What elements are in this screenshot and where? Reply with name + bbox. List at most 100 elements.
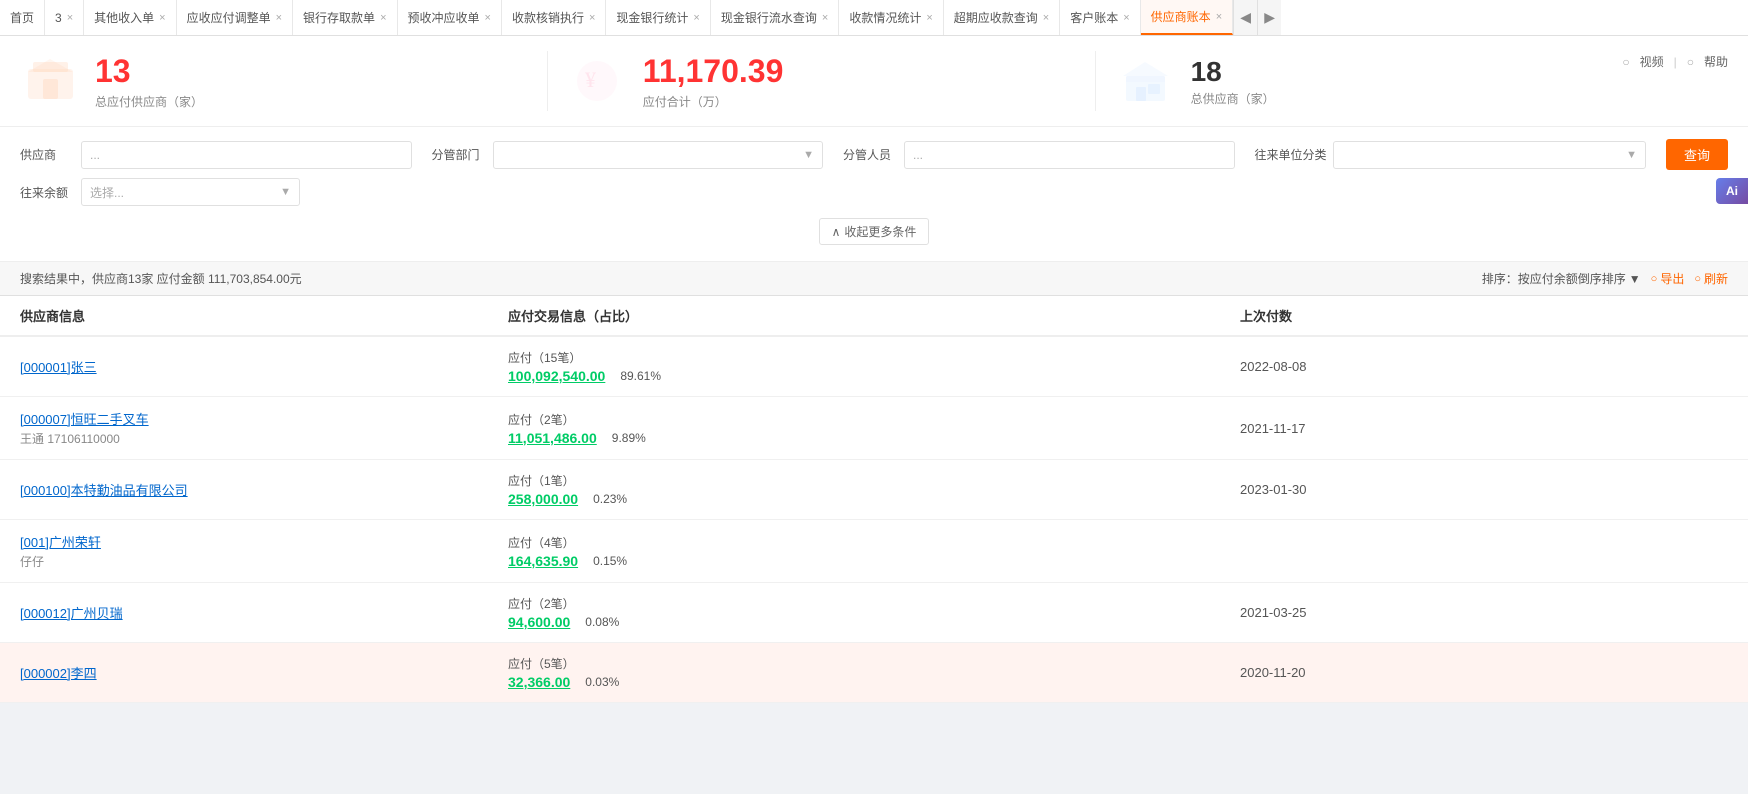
- supplier-cell-0: [000001]张三: [20, 357, 508, 376]
- nav-tab-overdue-label: 超期应收款查询: [954, 9, 1038, 26]
- stats-bar: 13 总应付供应商（家） ¥ 11,170.39 应付合计（万）: [0, 36, 1748, 127]
- stat-divider-1: [547, 51, 548, 111]
- nav-tab-pre-collect[interactable]: 预收冲应收单 ×: [398, 0, 502, 35]
- supplier-link-4[interactable]: [000012]广州贝瑞: [20, 603, 508, 622]
- nav-tab-adjust[interactable]: 应收应付调整单 ×: [177, 0, 293, 35]
- supplier-link-1[interactable]: [000007]恒旺二手叉车: [20, 409, 508, 428]
- supplier-cell-5: [000002]李四: [20, 663, 508, 682]
- sort-icon: ▼: [1629, 272, 1641, 286]
- last-pay-1: 2021-11-17: [1240, 421, 1306, 436]
- video-link[interactable]: 视频: [1640, 53, 1664, 70]
- nav-tab-other-income[interactable]: 其他收入单 ×: [84, 0, 176, 35]
- last-pay-cell-0: 2022-08-08: [1240, 359, 1728, 374]
- tx-amount-2[interactable]: 258,000.00: [508, 491, 578, 507]
- dept-filter-select[interactable]: ▼: [493, 141, 824, 169]
- ai-button[interactable]: Ai: [1716, 178, 1748, 204]
- close-icon[interactable]: ×: [67, 12, 73, 24]
- supplier-cell-2: [000100]本特勤油品有限公司: [20, 480, 508, 499]
- balance-filter-select[interactable]: 选择... ▼: [81, 178, 300, 206]
- nav-tab-customer-book[interactable]: 客户账本 ×: [1060, 0, 1140, 35]
- close-icon[interactable]: ×: [485, 12, 491, 24]
- filter-row-2: 往来余额 选择... ▼: [20, 178, 1728, 206]
- category-filter-label: 往来单位分类: [1255, 146, 1327, 163]
- last-pay-cell-1: 2021-11-17: [1240, 421, 1728, 436]
- close-icon[interactable]: ×: [926, 12, 932, 24]
- refresh-button[interactable]: ○ 刷新: [1694, 270, 1728, 287]
- tx-row-0: 100,092,540.00 89.61%: [508, 368, 1240, 384]
- nav-tab-bank[interactable]: 银行存取款单 ×: [293, 0, 397, 35]
- export-button[interactable]: ○ 导出: [1651, 270, 1685, 287]
- nav-tab-verify-label: 收款核销执行: [512, 9, 584, 26]
- stat-total-number: 18: [1191, 55, 1275, 89]
- last-pay-4: 2021-03-25: [1240, 605, 1307, 620]
- person-filter-input[interactable]: ...: [904, 141, 1235, 169]
- chevron-up-icon: ∧: [832, 225, 841, 239]
- close-icon[interactable]: ×: [380, 12, 386, 24]
- close-icon[interactable]: ×: [1043, 12, 1049, 24]
- sort-button[interactable]: 排序：按应付余额倒序排序 ▼: [1482, 270, 1641, 287]
- supplier-filter-input[interactable]: ...: [81, 141, 412, 169]
- chevron-down-icon: ▼: [803, 149, 814, 161]
- chevron-down-icon3: ▼: [280, 186, 291, 198]
- tx-cell-0: 应付（15笔） 100,092,540.00 89.61%: [508, 349, 1240, 384]
- supplier-sub-1: 王通 17106110000: [20, 430, 508, 447]
- nav-next-arrow[interactable]: ▶: [1257, 0, 1281, 35]
- collapse-button[interactable]: ∧ 收起更多条件: [819, 218, 930, 245]
- nav-tab-customer-book-label: 客户账本: [1070, 9, 1118, 26]
- close-icon[interactable]: ×: [822, 12, 828, 24]
- close-icon[interactable]: ×: [693, 12, 699, 24]
- data-table: 供应商信息 应付交易信息（占比） 上次付数 [000001]张三 应付（15笔）…: [0, 296, 1748, 703]
- supplier-dots: ...: [90, 148, 100, 162]
- svg-text:¥: ¥: [585, 67, 596, 92]
- tx-row-3: 164,635.90 0.15%: [508, 553, 1240, 569]
- tx-amount-5[interactable]: 32,366.00: [508, 674, 570, 690]
- nav-tab-home[interactable]: 首页: [0, 0, 45, 35]
- col1-header: 供应商信息: [20, 306, 508, 325]
- tx-cell-5: 应付（5笔） 32,366.00 0.03%: [508, 655, 1240, 690]
- supplier-link-2[interactable]: [000100]本特勤油品有限公司: [20, 480, 508, 499]
- results-actions: 排序：按应付余额倒序排序 ▼ ○ 导出 ○ 刷新: [1482, 270, 1728, 287]
- help-link[interactable]: 帮助: [1704, 53, 1728, 70]
- close-icon[interactable]: ×: [276, 12, 282, 24]
- supplier-link-5[interactable]: [000002]李四: [20, 663, 508, 682]
- category-filter-select[interactable]: ▼: [1333, 141, 1646, 169]
- supplier-link-0[interactable]: [000001]张三: [20, 357, 508, 376]
- tx-amount-1[interactable]: 11,051,486.00: [508, 430, 597, 446]
- stat-total-label: 总供应商（家）: [1191, 90, 1275, 107]
- tx-percent-1: 9.89%: [612, 431, 646, 445]
- supplier-sub-3: 仔仔: [20, 553, 508, 570]
- chevron-down-icon2: ▼: [1626, 149, 1637, 161]
- tx-amount-3[interactable]: 164,635.90: [508, 553, 578, 569]
- tx-cell-4: 应付（2笔） 94,600.00 0.08%: [508, 595, 1240, 630]
- close-icon[interactable]: ×: [589, 12, 595, 24]
- nav-tab-cash-flow[interactable]: 现金银行流水查询 ×: [711, 0, 839, 35]
- sort-label: 排序：按应付余额倒序排序: [1482, 270, 1626, 287]
- close-icon[interactable]: ×: [159, 12, 165, 24]
- nav-tab-home-label: 首页: [10, 9, 34, 26]
- close-icon[interactable]: ×: [1123, 12, 1129, 24]
- tx-amount-0[interactable]: 100,092,540.00: [508, 368, 605, 384]
- table-row: [000002]李四 应付（5笔） 32,366.00 0.03% 2020-1…: [0, 643, 1748, 703]
- tx-row-1: 11,051,486.00 9.89%: [508, 430, 1240, 446]
- close-icon[interactable]: ×: [1216, 11, 1222, 23]
- nav-tab-adjust-label: 应收应付调整单: [187, 9, 271, 26]
- supplier-filter-label: 供应商: [20, 146, 75, 163]
- nav-tab-cash-stat[interactable]: 现金银行统计 ×: [606, 0, 710, 35]
- supplier-link-3[interactable]: [001]广州荣轩: [20, 532, 508, 551]
- nav-tab-3[interactable]: 3 ×: [45, 0, 84, 35]
- balance-filter-label: 往来余额: [20, 184, 75, 201]
- person-dots: ...: [913, 148, 923, 162]
- tx-percent-4: 0.08%: [585, 615, 619, 629]
- stat-divider-2: [1095, 51, 1096, 111]
- tx-amount-4[interactable]: 94,600.00: [508, 614, 570, 630]
- nav-tab-overdue[interactable]: 超期应收款查询 ×: [944, 0, 1060, 35]
- tx-row-5: 32,366.00 0.03%: [508, 674, 1240, 690]
- nav-tab-verify[interactable]: 收款核销执行 ×: [502, 0, 606, 35]
- nav-tab-3-label: 3: [55, 11, 62, 25]
- nav-tab-collect-stat[interactable]: 收款情况统计 ×: [839, 0, 943, 35]
- tx-cell-2: 应付（1笔） 258,000.00 0.23%: [508, 472, 1240, 507]
- nav-prev-arrow[interactable]: ◀: [1233, 0, 1257, 35]
- top-links: ○ 视频 | ○ 帮助: [1622, 51, 1728, 70]
- nav-tab-supplier-book[interactable]: 供应商账本 ×: [1141, 0, 1233, 35]
- query-button[interactable]: 查询: [1666, 139, 1728, 170]
